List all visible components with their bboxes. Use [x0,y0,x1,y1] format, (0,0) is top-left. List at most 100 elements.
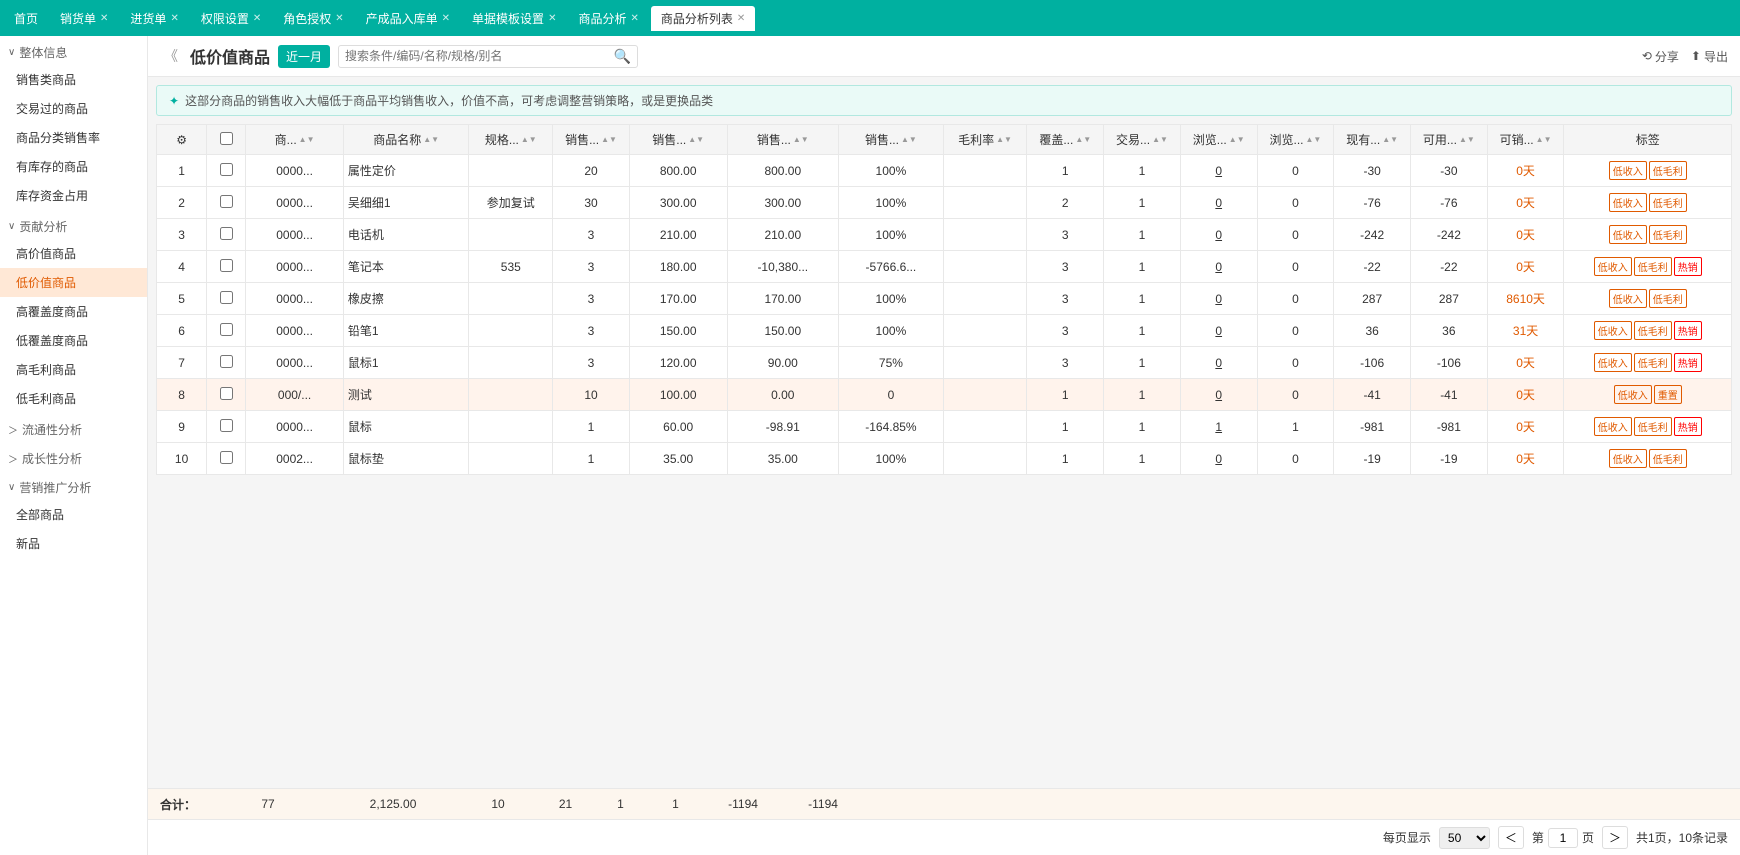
nav-tab-purchase[interactable]: 进货单 ✕ [120,6,188,31]
nav-tab-template[interactable]: 单据模板设置 ✕ [462,6,566,31]
nav-tab-analysis[interactable]: 商品分析 ✕ [568,6,648,31]
collapse-sidebar-button[interactable]: 《 [160,44,182,68]
close-icon[interactable]: ✕ [548,13,556,24]
nav-tab-permission[interactable]: 权限设置 ✕ [191,6,271,31]
col-header-trade[interactable]: 交易... ▲▼ [1104,125,1181,155]
row-browse1[interactable]: 0 [1180,187,1257,219]
row-checkbox-cell[interactable] [207,379,246,411]
col-header-sales-amt[interactable]: 销售... ▲▼ [629,125,727,155]
row-checkbox-cell[interactable] [207,347,246,379]
col-header-check[interactable] [207,125,246,155]
row-checkbox[interactable] [220,451,233,464]
row-checkbox[interactable] [220,163,233,176]
close-icon[interactable]: ✕ [100,13,108,24]
sidebar-section-marketing[interactable]: ∨ 营销推广分析 [0,471,147,500]
browse1-link[interactable]: 0 [1215,452,1222,466]
select-all-checkbox[interactable] [220,132,233,145]
sidebar-item-low-coverage[interactable]: 低覆盖度商品 [0,326,147,355]
sidebar-item-traded[interactable]: 交易过的商品 [0,94,147,123]
row-checkbox[interactable] [220,291,233,304]
col-header-sales-qty[interactable]: 销售... ▲▼ [553,125,630,155]
row-checkbox-cell[interactable] [207,155,246,187]
row-checkbox[interactable] [220,355,233,368]
browse1-link[interactable]: 0 [1215,292,1222,306]
row-checkbox[interactable] [220,419,233,432]
col-header-code[interactable]: 商... ▲▼ [246,125,344,155]
browse1-link[interactable]: 1 [1215,420,1222,434]
period-button[interactable]: 近一月 [278,45,330,68]
sidebar-item-high-coverage[interactable]: 高覆盖度商品 [0,297,147,326]
row-checkbox-cell[interactable] [207,187,246,219]
close-icon[interactable]: ✕ [737,13,745,24]
row-checkbox-cell[interactable] [207,219,246,251]
sidebar-section-overall[interactable]: ∨ 整体信息 [0,36,147,65]
sidebar-section-contribution[interactable]: ∨ 贡献分析 [0,210,147,239]
row-checkbox-cell[interactable] [207,443,246,475]
close-icon[interactable]: ✕ [335,13,343,24]
browse1-link[interactable]: 0 [1215,388,1222,402]
col-header-sell[interactable]: 可销... ▲▼ [1487,125,1564,155]
close-icon[interactable]: ✕ [170,13,178,24]
nav-tab-analysis-list[interactable]: 商品分析列表 ✕ [651,6,755,31]
horizontal-scrollbar[interactable] [156,780,1732,788]
close-icon[interactable]: ✕ [442,13,450,24]
browse1-link[interactable]: 0 [1215,356,1222,370]
col-header-stock[interactable]: 现有... ▲▼ [1334,125,1411,155]
browse1-link[interactable]: 0 [1215,164,1222,178]
col-header-browse1[interactable]: 浏览... ▲▼ [1180,125,1257,155]
col-header-sales2[interactable]: 销售... ▲▼ [727,125,839,155]
col-header-browse2[interactable]: 浏览... ▲▼ [1257,125,1334,155]
row-checkbox-cell[interactable] [207,315,246,347]
browse1-link[interactable]: 0 [1215,228,1222,242]
row-checkbox[interactable] [220,259,233,272]
row-checkbox[interactable] [220,323,233,336]
close-icon[interactable]: ✕ [630,13,638,24]
sidebar-item-low-margin[interactable]: 低毛利商品 [0,384,147,413]
row-browse1[interactable]: 0 [1180,155,1257,187]
row-checkbox[interactable] [220,387,233,400]
col-header-sales3[interactable]: 销售... ▲▼ [839,125,944,155]
row-browse1[interactable]: 0 [1180,283,1257,315]
row-browse1[interactable]: 0 [1180,347,1257,379]
row-browse1[interactable]: 0 [1180,315,1257,347]
row-checkbox-cell[interactable] [207,411,246,443]
row-browse1[interactable]: 0 [1180,443,1257,475]
row-browse1[interactable]: 0 [1180,379,1257,411]
page-input[interactable] [1548,828,1578,848]
col-header-settings[interactable]: ⚙ [157,125,207,155]
row-checkbox-cell[interactable] [207,251,246,283]
export-button[interactable]: ⬆ 导出 [1691,48,1728,65]
col-header-cover[interactable]: 覆盖... ▲▼ [1027,125,1104,155]
col-header-avail[interactable]: 可用... ▲▼ [1411,125,1488,155]
sidebar-section-growth[interactable]: ＞ 成长性分析 [0,442,147,471]
close-icon[interactable]: ✕ [253,13,261,24]
next-page-button[interactable]: ＞ [1602,826,1628,849]
browse1-link[interactable]: 0 [1215,260,1222,274]
search-input[interactable] [345,49,614,63]
sidebar-item-sales-products[interactable]: 销售类商品 [0,65,147,94]
row-checkbox[interactable] [220,195,233,208]
row-browse1[interactable]: 1 [1180,411,1257,443]
col-header-gross[interactable]: 毛利率 ▲▼ [943,125,1027,155]
sidebar-item-all-products[interactable]: 全部商品 [0,500,147,529]
row-browse1[interactable]: 0 [1180,219,1257,251]
browse1-link[interactable]: 0 [1215,324,1222,338]
sidebar-item-new-products[interactable]: 新品 [0,529,147,558]
row-checkbox[interactable] [220,227,233,240]
nav-tab-sales[interactable]: 销货单 ✕ [50,6,118,31]
sidebar-section-liquidity[interactable]: ＞ 流通性分析 [0,413,147,442]
prev-page-button[interactable]: ＜ [1498,826,1524,849]
sidebar-item-stock-capital[interactable]: 库存资金占用 [0,181,147,210]
col-header-spec[interactable]: 规格... ▲▼ [469,125,553,155]
nav-tab-home[interactable]: 首页 [4,6,48,31]
search-icon[interactable]: 🔍 [614,48,631,65]
browse1-link[interactable]: 0 [1215,196,1222,210]
col-header-name[interactable]: 商品名称 ▲▼ [343,125,469,155]
sidebar-item-high-margin[interactable]: 高毛利商品 [0,355,147,384]
col-header-tag[interactable]: 标签 [1564,125,1732,155]
row-checkbox-cell[interactable] [207,283,246,315]
sidebar-item-high-value[interactable]: 高价值商品 [0,239,147,268]
share-button[interactable]: ⟲ 分享 [1642,48,1679,65]
sidebar-item-category-rate[interactable]: 商品分类销售率 [0,123,147,152]
sidebar-item-low-value[interactable]: 低价值商品 [0,268,147,297]
